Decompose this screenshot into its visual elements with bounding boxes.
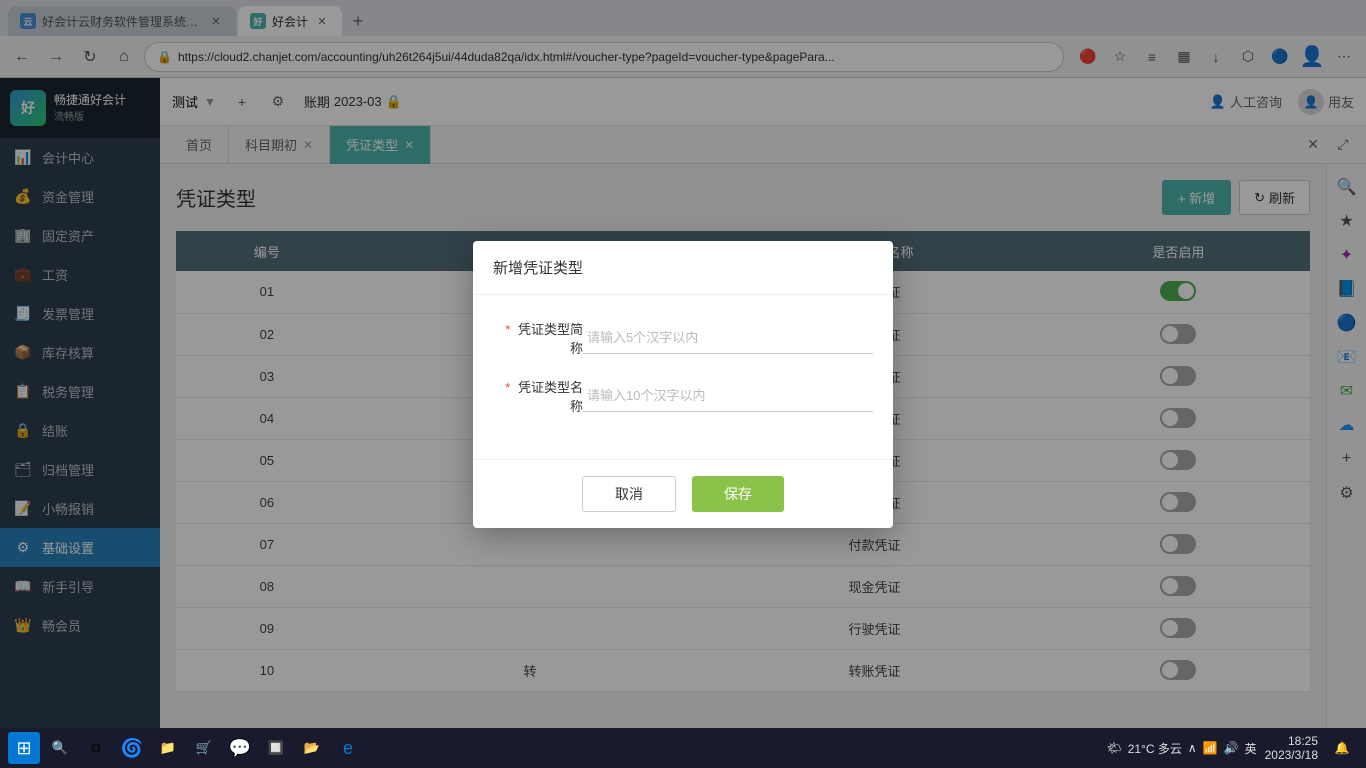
full-name-label-text: 凭证类型名称 [518,380,583,414]
modal-header: 新增凭证类型 [473,241,893,295]
modal-overlay: 新增凭证类型 * 凭证类型简称 * 凭证类型名称 取消 保存 [0,0,1366,768]
taskbar-date-value: 2023/3/18 [1265,748,1318,762]
required-star-1: * [505,322,510,337]
short-name-row: * 凭证类型简称 [493,319,873,357]
taskbar-taskview[interactable]: ⧉ [80,732,112,764]
required-star-2: * [505,380,510,395]
taskbar-notification[interactable]: 🔔 [1326,732,1358,764]
taskbar-time-value: 18:25 [1265,734,1318,748]
modal-title: 新增凭证类型 [493,260,583,277]
taskbar-browser[interactable]: e [332,732,364,764]
chevron-up-icon: ∧ [1188,741,1197,755]
taskbar-edge[interactable]: 🌀 [116,732,148,764]
short-name-label-text: 凭证类型简称 [518,322,583,356]
wifi-icon: 📶 [1203,741,1218,755]
taskbar: ⊞ 🔍 ⧉ 🌀 📁 🛒 💬 🔲 📂 e 🌤 21°C 多云 ∧ 📶 🔊 英 18… [0,728,1366,768]
taskbar-app6[interactable]: 📂 [296,732,328,764]
full-name-label: * 凭证类型名称 [493,377,583,415]
full-name-input[interactable] [583,380,873,412]
taskbar-app5[interactable]: 🔲 [260,732,292,764]
new-voucher-type-modal: 新增凭证类型 * 凭证类型简称 * 凭证类型名称 取消 保存 [473,241,893,528]
taskbar-search[interactable]: 🔍 [44,732,76,764]
start-button[interactable]: ⊞ [8,732,40,764]
short-name-input[interactable] [583,322,873,354]
weather-icon: 🌤 [1107,741,1122,755]
lang-indicator: 英 [1245,740,1257,757]
cancel-button[interactable]: 取消 [582,476,676,512]
modal-body: * 凭证类型简称 * 凭证类型名称 [473,295,893,459]
taskbar-store[interactable]: 🛒 [188,732,220,764]
save-button[interactable]: 保存 [692,476,784,512]
taskbar-explorer[interactable]: 📁 [152,732,184,764]
volume-icon: 🔊 [1224,741,1239,755]
weather-text: 21°C 多云 [1128,740,1182,757]
short-name-label: * 凭证类型简称 [493,319,583,357]
taskbar-right: 🌤 21°C 多云 ∧ 📶 🔊 英 18:25 2023/3/18 🔔 [1107,732,1359,764]
taskbar-clock: 18:25 2023/3/18 [1265,734,1318,762]
taskbar-sys-icons: 🌤 21°C 多云 ∧ 📶 🔊 英 [1107,740,1257,757]
full-name-row: * 凭证类型名称 [493,377,873,415]
taskbar-wechat[interactable]: 💬 [224,732,256,764]
modal-footer: 取消 保存 [473,459,893,528]
